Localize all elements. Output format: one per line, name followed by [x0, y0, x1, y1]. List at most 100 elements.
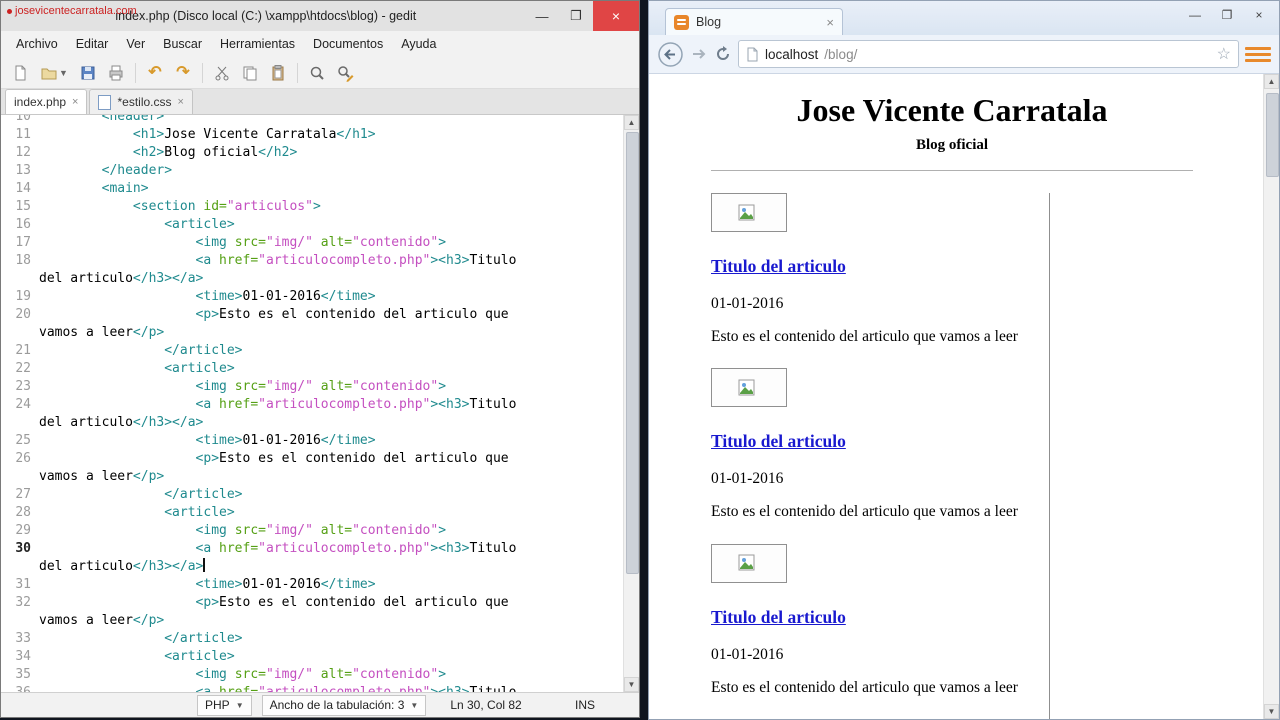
new-document-button[interactable] — [7, 60, 33, 86]
copy-button[interactable] — [237, 60, 263, 86]
line-number: 14 — [15, 181, 31, 196]
code-text: <a href="articulocompleto.php"><h3>Titul… — [39, 397, 517, 430]
menu-item[interactable]: Editar — [67, 33, 118, 55]
editor-scrollbar-thumb[interactable] — [626, 132, 639, 574]
scroll-down-icon[interactable]: ▼ — [1264, 704, 1279, 719]
browser-close-button[interactable]: × — [1243, 5, 1275, 25]
article-body: Esto es el contenido del articulo que va… — [711, 503, 1018, 521]
code-line[interactable]: 30 <a href="articulocompleto.php"><h3>Ti… — [1, 540, 623, 576]
back-button[interactable] — [657, 41, 684, 68]
editor-minimize-button[interactable]: — — [525, 1, 559, 31]
browser-window: Blog × — ❐ × localhost/blog/ ☆ Jose Vice… — [648, 0, 1280, 720]
browser-menu-button[interactable] — [1245, 46, 1271, 62]
reload-icon — [717, 46, 729, 60]
editor-tab-indexphp[interactable]: index.php × — [5, 89, 88, 114]
code-line[interactable]: 33 </article> — [1, 630, 623, 648]
line-number: 15 — [15, 199, 31, 214]
tab-close-icon[interactable]: × — [178, 96, 184, 108]
code-line[interactable]: 36 <a href="articulocompleto.php"><h3>Ti… — [1, 684, 623, 692]
tab-width-selector[interactable]: Ancho de la tabulación: 3 ▼ — [261, 694, 427, 716]
cursor-position: Ln 30, Col 82 — [450, 698, 522, 712]
menu-item[interactable]: Ver — [117, 33, 154, 55]
article-title-link[interactable]: Titulo del articulo — [711, 256, 846, 277]
menu-item[interactable]: Buscar — [154, 33, 211, 55]
tab-close-icon[interactable]: × — [72, 96, 78, 108]
scroll-up-icon[interactable]: ▲ — [1264, 74, 1279, 89]
code-line[interactable]: 13 </header> — [1, 162, 623, 180]
find-button[interactable] — [304, 60, 330, 86]
bookmark-star-icon[interactable]: ☆ — [1217, 44, 1231, 64]
code-text: <section id="articulos"> — [132, 199, 321, 214]
scroll-down-icon[interactable]: ▼ — [624, 677, 639, 692]
code-line[interactable]: 20 <p>Esto es el contenido del articulo … — [1, 306, 623, 342]
line-number: 25 — [15, 433, 31, 448]
browser-minimize-button[interactable]: — — [1179, 5, 1211, 25]
line-number: 26 — [15, 451, 31, 466]
find-replace-button[interactable] — [332, 60, 358, 86]
line-number: 31 — [15, 577, 31, 592]
article-title-link[interactable]: Titulo del articulo — [711, 431, 846, 452]
reload-button[interactable] — [714, 45, 732, 63]
redo-button[interactable]: ↷ — [170, 60, 196, 86]
browser-maximize-button[interactable]: ❐ — [1211, 5, 1243, 25]
editor-maximize-button[interactable]: ❐ — [559, 1, 593, 31]
code-line[interactable]: 22 <article> — [1, 360, 623, 378]
editor-tab-estilocss[interactable]: *estilo.css × — [89, 89, 193, 114]
browser-scrollbar[interactable]: ▲ ▼ — [1263, 74, 1279, 719]
print-button[interactable] — [103, 60, 129, 86]
menu-item[interactable]: Archivo — [7, 33, 67, 55]
article-title-link[interactable]: Titulo del articulo — [711, 607, 846, 628]
line-number: 18 — [15, 253, 31, 268]
menu-item[interactable]: Ayuda — [392, 33, 445, 55]
code-line[interactable]: 17 <img src="img/" alt="contenido"> — [1, 234, 623, 252]
code-line[interactable]: 35 <img src="img/" alt="contenido"> — [1, 666, 623, 684]
tab-close-icon[interactable]: × — [826, 15, 834, 30]
code-area[interactable]: 10 <header> 11 <h1>Jose Vicente Carratala… — [1, 115, 623, 692]
code-line[interactable]: 11 <h1>Jose Vicente Carratala</h1> — [1, 126, 623, 144]
broken-image-placeholder — [711, 368, 787, 408]
open-button[interactable]: ▼ — [35, 60, 73, 86]
menu-item[interactable]: Documentos — [304, 33, 392, 55]
browser-tab-title: Blog — [696, 15, 722, 29]
code-line[interactable]: 34 <article> — [1, 648, 623, 666]
code-line[interactable]: 16 <article> — [1, 216, 623, 234]
line-number: 32 — [15, 595, 31, 610]
article-card: Titulo del articulo 01-01-2016 Esto es e… — [711, 368, 1049, 521]
code-line[interactable]: 21 </article> — [1, 342, 623, 360]
scroll-up-icon[interactable]: ▲ — [624, 115, 639, 130]
line-number: 33 — [15, 631, 31, 646]
code-line[interactable]: 28 <article> — [1, 504, 623, 522]
code-line[interactable]: 10 <header> — [1, 115, 623, 126]
code-line[interactable]: 15 <section id="articulos"> — [1, 198, 623, 216]
code-line[interactable]: 29 <img src="img/" alt="contenido"> — [1, 522, 623, 540]
code-line[interactable]: 31 <time>01-01-2016</time> — [1, 576, 623, 594]
code-line[interactable]: 12 <h2>Blog oficial</h2> — [1, 144, 623, 162]
menu-icon — [1245, 46, 1271, 50]
code-line[interactable]: 19 <time>01-01-2016</time> — [1, 288, 623, 306]
code-line[interactable]: 26 <p>Esto es el contenido del articulo … — [1, 450, 623, 486]
address-bar[interactable]: localhost/blog/ ☆ — [738, 40, 1239, 68]
code-line[interactable]: 23 <img src="img/" alt="contenido"> — [1, 378, 623, 396]
language-selector[interactable]: PHP ▼ — [197, 694, 252, 716]
code-line[interactable]: 14 <main> — [1, 180, 623, 198]
editor-close-button[interactable]: × — [592, 1, 639, 31]
save-button[interactable] — [75, 60, 101, 86]
browser-tabstrip: Blog × — ❐ × — [649, 1, 1279, 35]
line-number: 22 — [15, 361, 31, 376]
code-line[interactable]: 32 <p>Esto es el contenido del articulo … — [1, 594, 623, 630]
undo-button[interactable]: ↶ — [142, 60, 168, 86]
menu-item[interactable]: Herramientas — [211, 33, 304, 55]
code-line[interactable]: 27 </article> — [1, 486, 623, 504]
editor-scrollbar[interactable]: ▲ ▼ — [623, 115, 639, 692]
editor-titlebar[interactable]: josevicentecarratala.com index.php (Disc… — [1, 1, 639, 31]
browser-scrollbar-thumb[interactable] — [1266, 93, 1279, 177]
cut-button[interactable] — [209, 60, 235, 86]
code-line[interactable]: 18 <a href="articulocompleto.php"><h3>Ti… — [1, 252, 623, 288]
forward-button[interactable] — [690, 45, 708, 63]
paste-button[interactable] — [265, 60, 291, 86]
line-number: 29 — [15, 523, 31, 538]
code-line[interactable]: 24 <a href="articulocompleto.php"><h3>Ti… — [1, 396, 623, 432]
browser-tab-blog[interactable]: Blog × — [665, 8, 843, 35]
header-divider — [711, 170, 1193, 171]
code-line[interactable]: 25 <time>01-01-2016</time> — [1, 432, 623, 450]
